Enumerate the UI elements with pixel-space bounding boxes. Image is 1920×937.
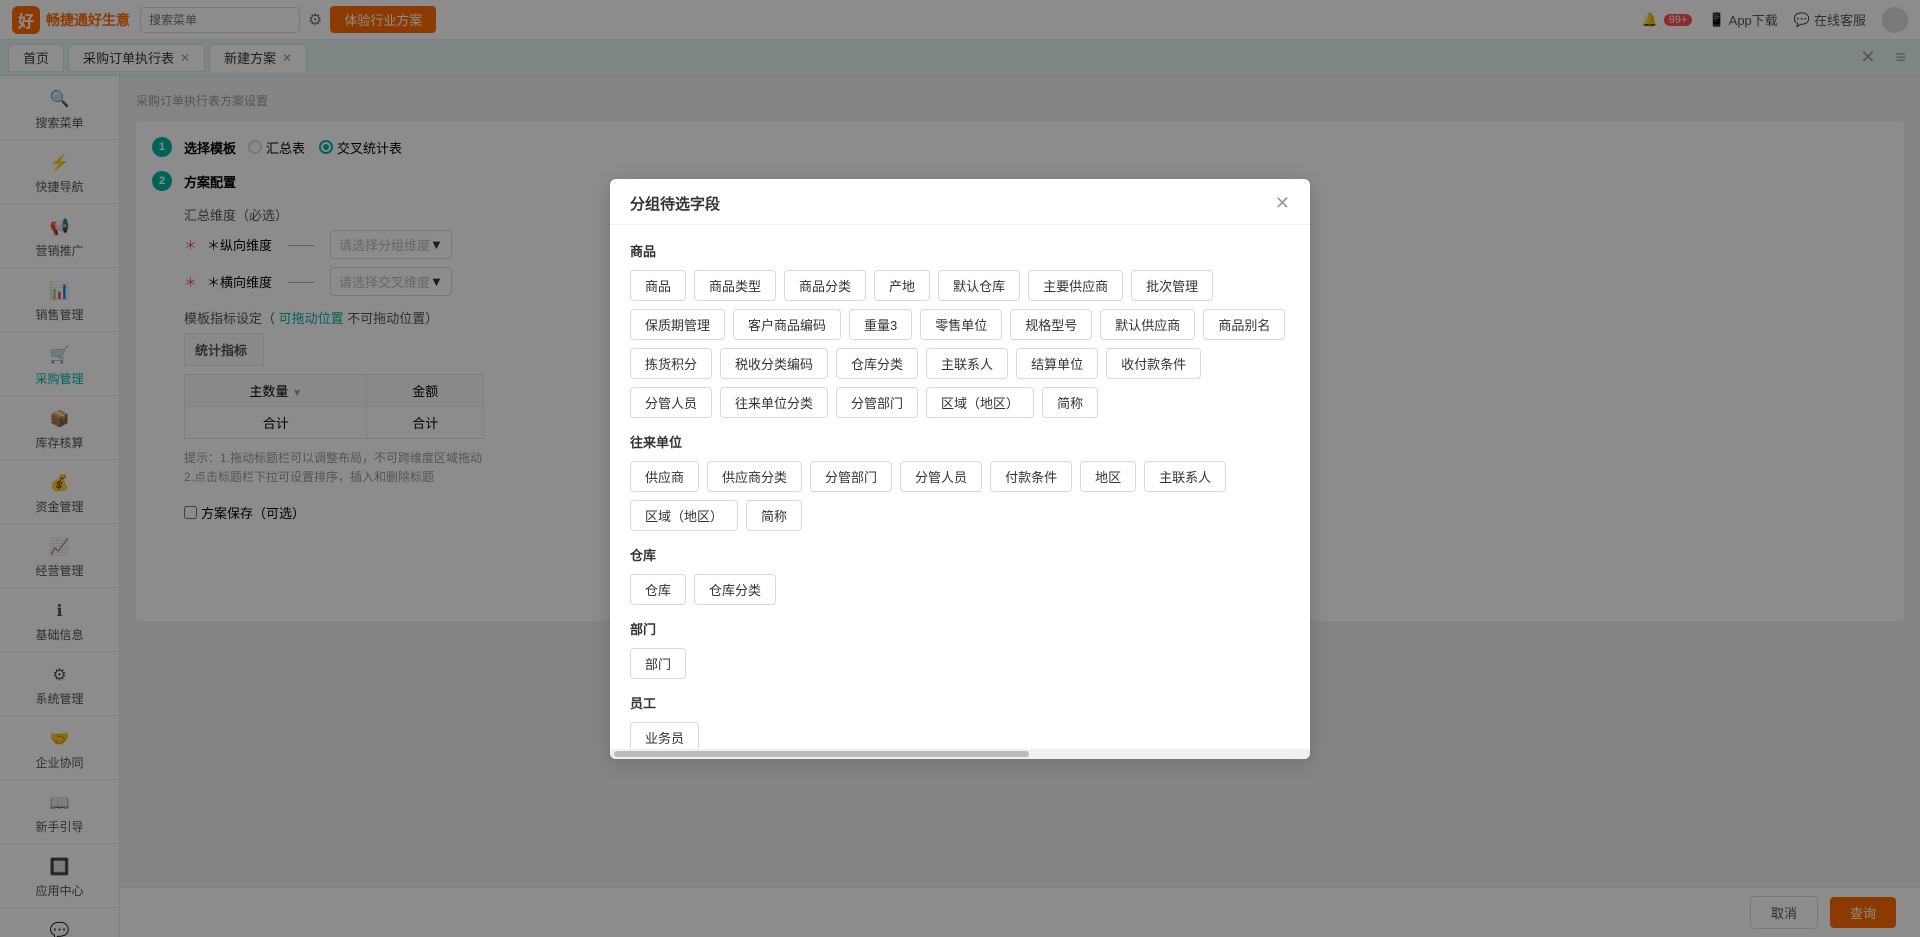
field-tag-0-15[interactable]: 税收分类编码 [720,348,828,379]
field-tag-0-0[interactable]: 商品 [630,270,686,301]
field-grid-2: 仓库仓库分类 [630,574,1290,605]
field-tag-1-3[interactable]: 分管人员 [900,461,982,492]
field-tag-0-14[interactable]: 拣货积分 [630,348,712,379]
field-tag-1-4[interactable]: 付款条件 [990,461,1072,492]
modal-hscroll-thumb [614,751,1029,757]
modal-section-title-2: 仓库 [630,545,1290,564]
field-tag-0-12[interactable]: 默认供应商 [1100,309,1195,340]
field-tag-0-18[interactable]: 结算单位 [1016,348,1098,379]
field-tag-1-2[interactable]: 分管部门 [810,461,892,492]
field-tag-0-10[interactable]: 零售单位 [920,309,1002,340]
field-tag-0-20[interactable]: 分管人员 [630,387,712,418]
modal-header: 分组待选字段 ✕ [610,179,1310,225]
modal-section-title-4: 员工 [630,693,1290,712]
field-tag-0-2[interactable]: 商品分类 [784,270,866,301]
field-tag-0-4[interactable]: 默认仓库 [938,270,1020,301]
field-tag-1-8[interactable]: 简称 [746,500,802,531]
field-tag-1-6[interactable]: 主联系人 [1144,461,1226,492]
modal-section-title-3: 部门 [630,619,1290,638]
field-tag-3-0[interactable]: 部门 [630,648,686,679]
field-tag-0-22[interactable]: 分管部门 [836,387,918,418]
modal-body: 商品商品商品类型商品分类产地默认仓库主要供应商批次管理保质期管理客户商品编码重量… [610,225,1310,749]
field-tag-0-1[interactable]: 商品类型 [694,270,776,301]
field-tag-0-23[interactable]: 区域（地区） [926,387,1034,418]
field-grid-4: 业务员 [630,722,1290,749]
field-tag-1-5[interactable]: 地区 [1080,461,1136,492]
modal-section-title-1: 往来单位 [630,432,1290,451]
field-tag-0-3[interactable]: 产地 [874,270,930,301]
field-tag-0-5[interactable]: 主要供应商 [1028,270,1123,301]
field-tag-0-17[interactable]: 主联系人 [926,348,1008,379]
modal-overlay[interactable]: 分组待选字段 ✕ 商品商品商品类型商品分类产地默认仓库主要供应商批次管理保质期管… [0,0,1920,937]
field-tag-1-7[interactable]: 区域（地区） [630,500,738,531]
field-tag-0-11[interactable]: 规格型号 [1010,309,1092,340]
modal-section-title-0: 商品 [630,241,1290,260]
modal-title: 分组待选字段 [630,193,720,214]
field-tag-0-24[interactable]: 简称 [1042,387,1098,418]
field-grid-1: 供应商供应商分类分管部门分管人员付款条件地区主联系人区域（地区） 简称 [630,461,1290,531]
field-tag-1-1[interactable]: 供应商分类 [707,461,802,492]
field-tag-0-9[interactable]: 重量3 [849,309,912,340]
field-tag-0-19[interactable]: 收付款条件 [1106,348,1201,379]
field-grid-3: 部门 [630,648,1290,679]
field-tag-0-13[interactable]: 商品别名 [1203,309,1285,340]
modal: 分组待选字段 ✕ 商品商品商品类型商品分类产地默认仓库主要供应商批次管理保质期管… [610,179,1310,759]
field-tag-0-8[interactable]: 客户商品编码 [733,309,841,340]
modal-horizontal-scrollbar[interactable] [610,749,1310,759]
modal-close-btn[interactable]: ✕ [1275,193,1290,214]
field-tag-0-21[interactable]: 往来单位分类 [720,387,828,418]
field-tag-0-6[interactable]: 批次管理 [1131,270,1213,301]
field-grid-0: 商品商品类型商品分类产地默认仓库主要供应商批次管理保质期管理客户商品编码重量3 零… [630,270,1290,418]
field-tag-4-0[interactable]: 业务员 [630,722,699,749]
field-tag-2-0[interactable]: 仓库 [630,574,686,605]
field-tag-0-7[interactable]: 保质期管理 [630,309,725,340]
field-tag-1-0[interactable]: 供应商 [630,461,699,492]
field-tag-2-1[interactable]: 仓库分类 [694,574,776,605]
field-tag-0-16[interactable]: 仓库分类 [836,348,918,379]
